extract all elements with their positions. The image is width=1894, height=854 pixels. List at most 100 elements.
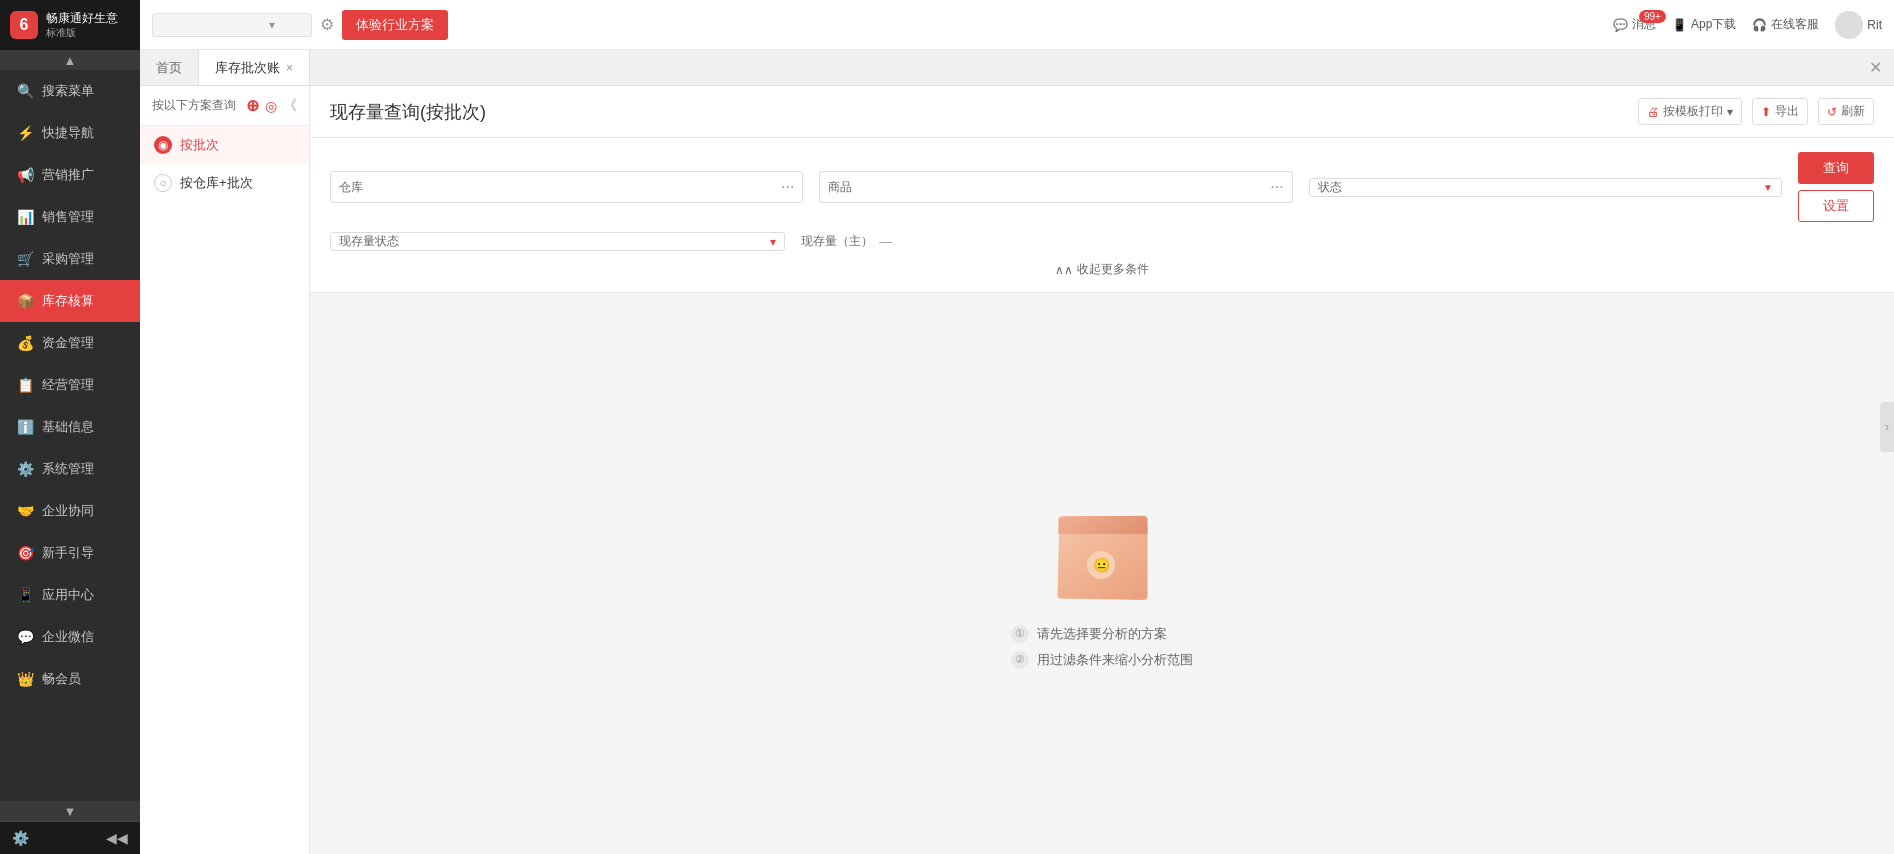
sidebar-item-vip-label: 畅会员 [42,670,81,688]
empty-state: 😐 ① 请先选择要分析的方案 ② 用过滤条件来缩小分析范围 [310,293,1894,854]
warehouse-field-wrap: 仓库 ··· [330,171,803,203]
status-dropdown-icon[interactable]: ▼ [1763,182,1773,193]
filter-collapse-icon[interactable]: 《 [283,97,297,115]
experience-btn[interactable]: 体验行业方案 [342,10,448,40]
messages-btn[interactable]: 💬 消息 99+ [1613,16,1656,33]
sidebar-item-purchase[interactable]: 🛒 采购管理 [0,238,140,280]
tab-inventory-batch[interactable]: 库存批次账 × [199,50,310,85]
tab-panel-close-icon[interactable]: ✕ [1857,58,1894,77]
filter-add-btn[interactable]: ⊕ [246,96,259,115]
empty-face: 😐 [1087,551,1115,579]
warehouse-input[interactable] [369,180,781,194]
sidebar-item-sales[interactable]: 📊 销售管理 [0,196,140,238]
online-service-btn[interactable]: 🎧 在线客服 [1752,16,1819,33]
filter-by-batch-icon: ◉ [154,136,172,154]
refresh-icon: ↺ [1827,105,1837,119]
inventory-status-label: 现存量状态 [339,233,399,250]
search-form: 仓库 ··· 商品 ··· [310,138,1894,293]
sidebar-item-sales-label: 销售管理 [42,208,94,226]
collapse-label: 收起更多条件 [1077,261,1149,278]
right-content: 现存量查询(按批次) 🖨 按模板打印 ▾ ⬆ 导出 ↺ 刷新 [310,86,1894,854]
search-row-1: 仓库 ··· 商品 ··· [330,152,1874,222]
warehouse-field[interactable]: 仓库 ··· [330,171,803,203]
tab-home[interactable]: 首页 [140,50,199,85]
print-dropdown-icon[interactable]: ▾ [1727,105,1733,119]
page-title: 现存量查询(按批次) [330,100,486,124]
sidebar-item-vip[interactable]: 👑 畅会员 [0,658,140,700]
empty-illustration: 😐 [1027,479,1177,609]
product-field[interactable]: 商品 ··· [819,171,1292,203]
basic-info-icon: ℹ️ [16,418,34,436]
app-download-btn[interactable]: 📱 App下载 [1672,16,1736,33]
inventory-status-dropdown-icon[interactable]: ▾ [770,235,776,249]
marketing-icon: 📢 [16,166,34,184]
quick-nav-icon: ⚡ [16,124,34,142]
page-header: 现存量查询(按批次) 🖨 按模板打印 ▾ ⬆ 导出 ↺ 刷新 [310,86,1894,138]
sidebar-scroll-up[interactable]: ▲ [0,50,140,70]
export-btn[interactable]: ⬆ 导出 [1752,98,1808,125]
app-logo: 6 [10,11,38,39]
sidebar-item-finance[interactable]: 💰 资金管理 [0,322,140,364]
warehouse-dots[interactable]: ··· [781,178,794,196]
right-edge-collapse-btn[interactable]: › [1880,402,1894,452]
tab-home-label: 首页 [156,59,182,77]
topbar-search-input[interactable] [163,18,263,32]
topbar-search-box[interactable]: ▾ [152,13,312,37]
app-download-label: App下载 [1691,16,1736,33]
status-select[interactable]: 状态 ▼ [1309,178,1782,197]
query-btn[interactable]: 查询 [1798,152,1874,184]
sidebar-item-new-guide[interactable]: 🎯 新手引导 [0,532,140,574]
message-icon: 💬 [1613,18,1628,32]
online-service-label: 在线客服 [1771,16,1819,33]
product-input[interactable] [858,180,1270,194]
product-dots[interactable]: ··· [1270,178,1283,196]
sidebar-item-enterprise[interactable]: 🤝 企业协同 [0,490,140,532]
sidebar-item-enterprise-label: 企业协同 [42,502,94,520]
filter-settings-icon[interactable]: ◎ [265,98,277,114]
product-label: 商品 [828,179,852,196]
sidebar-item-marketing[interactable]: 📢 营销推广 [0,154,140,196]
sidebar-item-new-guide-label: 新手引导 [42,544,94,562]
tip-text-1: 请先选择要分析的方案 [1037,625,1167,643]
sidebar-item-system[interactable]: ⚙️ 系统管理 [0,448,140,490]
tab-inventory-batch-label: 库存批次账 [215,59,280,77]
topbar-gear-icon[interactable]: ⚙ [320,15,334,34]
filter-item-by-batch[interactable]: ◉ 按批次 [140,126,309,164]
filter-panel-header: 按以下方案查询 ⊕ ◎ 《 [140,86,309,126]
settings-footer-icon[interactable]: ⚙️ [12,830,29,846]
filter-item-by-warehouse-batch[interactable]: ○ 按仓库+批次 [140,164,309,202]
collapse-sidebar-icon[interactable]: ◀◀ [106,830,128,846]
empty-tips: ① 请先选择要分析的方案 ② 用过滤条件来缩小分析范围 [1011,625,1193,669]
sidebar-item-quick-nav[interactable]: ⚡ 快捷导航 [0,112,140,154]
print-btn[interactable]: 🖨 按模板打印 ▾ [1638,98,1742,125]
sidebar-scroll-down[interactable]: ▼ [0,801,140,821]
warehouse-label: 仓库 [339,179,363,196]
export-icon: ⬆ [1761,105,1771,119]
print-label: 按模板打印 [1663,103,1723,120]
tab-close-icon[interactable]: × [286,61,293,75]
filter-panel-title: 按以下方案查询 [152,97,236,114]
system-icon: ⚙️ [16,460,34,478]
inventory-status-select[interactable]: 现存量状态 ▾ [330,232,785,251]
topbar-search-dropdown-icon[interactable]: ▾ [269,18,275,32]
inventory-qty-label: 现存量（主） [801,233,873,250]
user-avatar-btn[interactable]: Rit [1835,11,1882,39]
sidebar-item-basic-info[interactable]: ℹ️ 基础信息 [0,406,140,448]
sidebar-item-search[interactable]: 🔍 搜索菜单 [0,70,140,112]
inventory-status-wrap: 现存量状态 ▾ [330,232,785,251]
sidebar-item-system-label: 系统管理 [42,460,94,478]
filter-by-warehouse-batch-icon: ○ [154,174,172,192]
status-label: 状态 [1318,179,1342,196]
status-field-wrap: 状态 ▼ [1309,178,1782,197]
collapse-btn[interactable]: ∧∧ 收起更多条件 [1055,261,1149,278]
sidebar-item-operation[interactable]: 📋 经营管理 [0,364,140,406]
sidebar-item-app-center[interactable]: 📱 应用中心 [0,574,140,616]
vip-icon: 👑 [16,670,34,688]
sidebar-item-search-label: 搜索菜单 [42,82,94,100]
refresh-btn[interactable]: ↺ 刷新 [1818,98,1874,125]
sidebar-item-inventory[interactable]: 📦 库存核算 [0,280,140,322]
app-version: 标准版 [46,26,118,40]
sidebar-item-operation-label: 经营管理 [42,376,94,394]
sidebar-item-enterprise-wechat[interactable]: 💬 企业微信 [0,616,140,658]
settings-btn[interactable]: 设置 [1798,190,1874,222]
